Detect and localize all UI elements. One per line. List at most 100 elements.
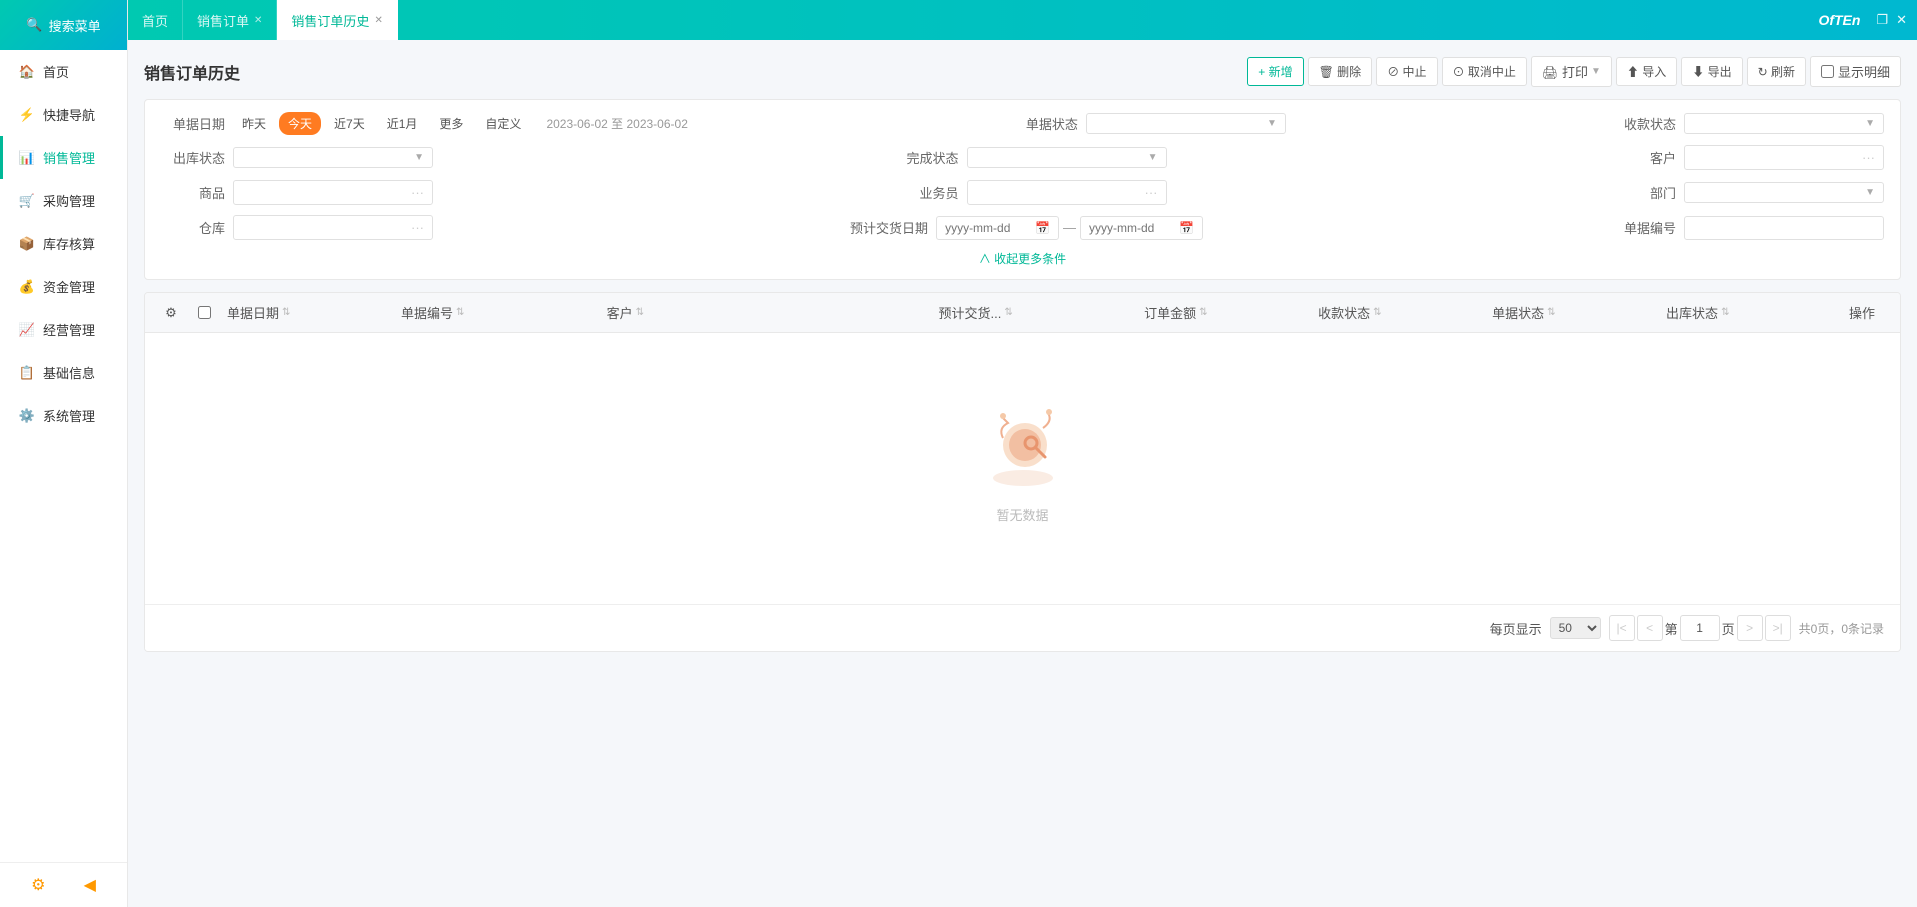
th-no[interactable]: 单据编号 ⇅ xyxy=(393,303,599,322)
bottom-settings-icon[interactable]: ⚙ xyxy=(31,875,45,895)
page-title: 销售订单历史 xyxy=(144,60,240,84)
date-btn-custom[interactable]: 自定义 xyxy=(476,112,530,135)
doc-no-input[interactable] xyxy=(1684,216,1884,240)
receipt-status-label: 收款状态 xyxy=(1620,114,1676,133)
sidebar-item-finance[interactable]: 💰 资金管理 xyxy=(0,265,127,308)
date-btn-7days[interactable]: 近7天 xyxy=(325,112,374,135)
customer-input[interactable]: ··· xyxy=(1684,145,1884,170)
th-action: 操作 xyxy=(1832,303,1892,322)
bottom-expand-icon[interactable]: ◀ xyxy=(84,875,96,895)
expected-date-from[interactable]: 📅 xyxy=(936,216,1059,240)
select-all-checkbox[interactable] xyxy=(198,306,211,319)
new-button[interactable]: + 新增 xyxy=(1247,57,1303,86)
sort-delivery-icon: ⇅ xyxy=(1004,307,1012,318)
expected-date-to[interactable]: 📅 xyxy=(1080,216,1203,240)
next-page-btn[interactable]: > xyxy=(1737,615,1763,641)
purchase-icon: 🛒 xyxy=(19,193,35,209)
filter-row-1: 单据日期 昨天 今天 近7天 近1月 更多 自定义 2023-06-02 至 2… xyxy=(161,112,1884,135)
th-out[interactable]: 出库状态 ⇅ xyxy=(1658,303,1832,322)
per-page-select[interactable]: 10 20 50 100 xyxy=(1550,617,1601,639)
topbar-close-btn[interactable]: ✕ xyxy=(1896,12,1907,28)
page-input[interactable] xyxy=(1680,615,1720,641)
sidebar-item-inventory[interactable]: 📦 库存核算 xyxy=(0,222,127,265)
page-label: 第 xyxy=(1665,619,1678,638)
sort-date-icon: ⇅ xyxy=(282,307,290,318)
department-select[interactable]: ▼ xyxy=(1684,182,1884,203)
prev-page-btn[interactable]: < xyxy=(1637,615,1663,641)
topbar: 首页 销售订单 ✕ 销售订单历史 ✕ OfTEn ❐ ✕ xyxy=(128,0,1917,40)
export-button[interactable]: ⬇ 导出 xyxy=(1681,57,1742,86)
show-detail-checkbox[interactable] xyxy=(1821,65,1834,78)
cancel-stop-button[interactable]: ⊙ 取消中止 xyxy=(1442,57,1527,86)
expected-date-from-input[interactable] xyxy=(945,221,1035,235)
th-delivery[interactable]: 预计交货... ⇅ xyxy=(931,303,1137,322)
sidebar-item-operation[interactable]: 📈 经营管理 xyxy=(0,308,127,351)
th-no-label: 单据编号 xyxy=(401,303,453,322)
sidebar: 🔍 搜索菜单 🏠 首页 ⚡ 快捷导航 📊 销售管理 🛒 采购管理 📦 库存核算 … xyxy=(0,0,128,907)
customer-dots[interactable]: ··· xyxy=(1862,150,1875,165)
home-icon: 🏠 xyxy=(19,64,35,80)
product-input[interactable]: ··· xyxy=(233,180,433,205)
th-amount[interactable]: 订单金额 ⇅ xyxy=(1136,303,1310,322)
complete-status-arrow: ▼ xyxy=(1148,152,1158,163)
th-checkbox[interactable] xyxy=(189,306,219,319)
th-date[interactable]: 单据日期 ⇅ xyxy=(219,303,393,322)
first-page-btn[interactable]: |< xyxy=(1609,615,1635,641)
expected-date-to-input[interactable] xyxy=(1089,221,1179,235)
stop-button[interactable]: ⊘ 中止 xyxy=(1376,57,1437,86)
salesperson-input[interactable]: ··· xyxy=(967,180,1167,205)
complete-status-select[interactable]: ▼ xyxy=(967,147,1167,168)
sidebar-item-home[interactable]: 🏠 首页 xyxy=(0,50,127,93)
department-label: 部门 xyxy=(1636,183,1676,202)
warehouse-dots[interactable]: ··· xyxy=(411,220,424,235)
complete-status-label: 完成状态 xyxy=(903,148,959,167)
product-dots[interactable]: ··· xyxy=(411,185,424,200)
salesperson-dots[interactable]: ··· xyxy=(1145,185,1158,200)
sidebar-item-sales[interactable]: 📊 销售管理 xyxy=(0,136,127,179)
warehouse-label: 仓库 xyxy=(161,218,225,237)
collapse-btn[interactable]: ∧ 收起更多条件 xyxy=(979,250,1066,267)
out-status-arrow: ▼ xyxy=(414,152,424,163)
filter-row-2: 出库状态 ▼ 完成状态 ▼ 客户 ··· xyxy=(161,145,1884,170)
empty-text: 暂无数据 xyxy=(996,505,1048,524)
tab-sales-order-history-close[interactable]: ✕ xyxy=(374,15,382,26)
sidebar-item-system[interactable]: ⚙️ 系统管理 xyxy=(0,394,127,437)
sidebar-item-label: 快捷导航 xyxy=(43,105,95,124)
search-icon: 🔍 xyxy=(26,17,42,33)
data-table: ⚙ 单据日期 ⇅ 单据编号 ⇅ 客户 ⇅ 预计交货... xyxy=(144,292,1901,652)
tab-sales-order[interactable]: 销售订单 ✕ xyxy=(183,0,277,40)
th-amount-label: 订单金额 xyxy=(1144,303,1196,322)
sidebar-item-label: 采购管理 xyxy=(43,191,95,210)
refresh-button[interactable]: ↻ 刷新 xyxy=(1747,57,1806,86)
tab-home[interactable]: 首页 xyxy=(128,0,183,40)
sidebar-item-quick-nav[interactable]: ⚡ 快捷导航 xyxy=(0,93,127,136)
table-settings-icon[interactable]: ⚙ xyxy=(165,305,177,321)
sidebar-search-label[interactable]: 搜索菜单 xyxy=(49,16,101,35)
date-dash: — xyxy=(1063,220,1076,235)
tab-sales-order-history[interactable]: 销售订单历史 ✕ xyxy=(277,0,397,40)
doc-status-select[interactable]: ▼ xyxy=(1086,113,1286,134)
date-btn-more[interactable]: 更多 xyxy=(430,112,472,135)
receipt-status-select[interactable]: ▼ xyxy=(1684,113,1884,134)
th-customer[interactable]: 客户 ⇅ xyxy=(599,303,931,322)
import-button[interactable]: ⬆ 导入 xyxy=(1616,57,1677,86)
th-status[interactable]: 单据状态 ⇅ xyxy=(1484,303,1658,322)
sales-icon: 📊 xyxy=(19,150,35,166)
th-receipt[interactable]: 收款状态 ⇅ xyxy=(1310,303,1484,322)
empty-state: 暂无数据 xyxy=(145,333,1900,604)
doc-no-field[interactable] xyxy=(1693,221,1875,235)
delete-button[interactable]: 🗑 删除 xyxy=(1308,57,1373,86)
last-page-btn[interactable]: >| xyxy=(1765,615,1791,641)
date-btn-today[interactable]: 今天 xyxy=(279,112,321,135)
out-status-select[interactable]: ▼ xyxy=(233,147,433,168)
date-btn-1month[interactable]: 近1月 xyxy=(378,112,427,135)
date-btn-yesterday[interactable]: 昨天 xyxy=(233,112,275,135)
sidebar-item-basic[interactable]: 📋 基础信息 xyxy=(0,351,127,394)
warehouse-input[interactable]: ··· xyxy=(233,215,433,240)
topbar-restore-btn[interactable]: ❐ xyxy=(1876,12,1888,28)
sidebar-item-purchase[interactable]: 🛒 采购管理 xyxy=(0,179,127,222)
tab-sales-order-close[interactable]: ✕ xyxy=(254,15,262,26)
department-arrow: ▼ xyxy=(1865,187,1875,198)
th-settings[interactable]: ⚙ xyxy=(153,305,189,321)
print-button[interactable]: 🖨 打印 ▼ xyxy=(1531,56,1612,87)
